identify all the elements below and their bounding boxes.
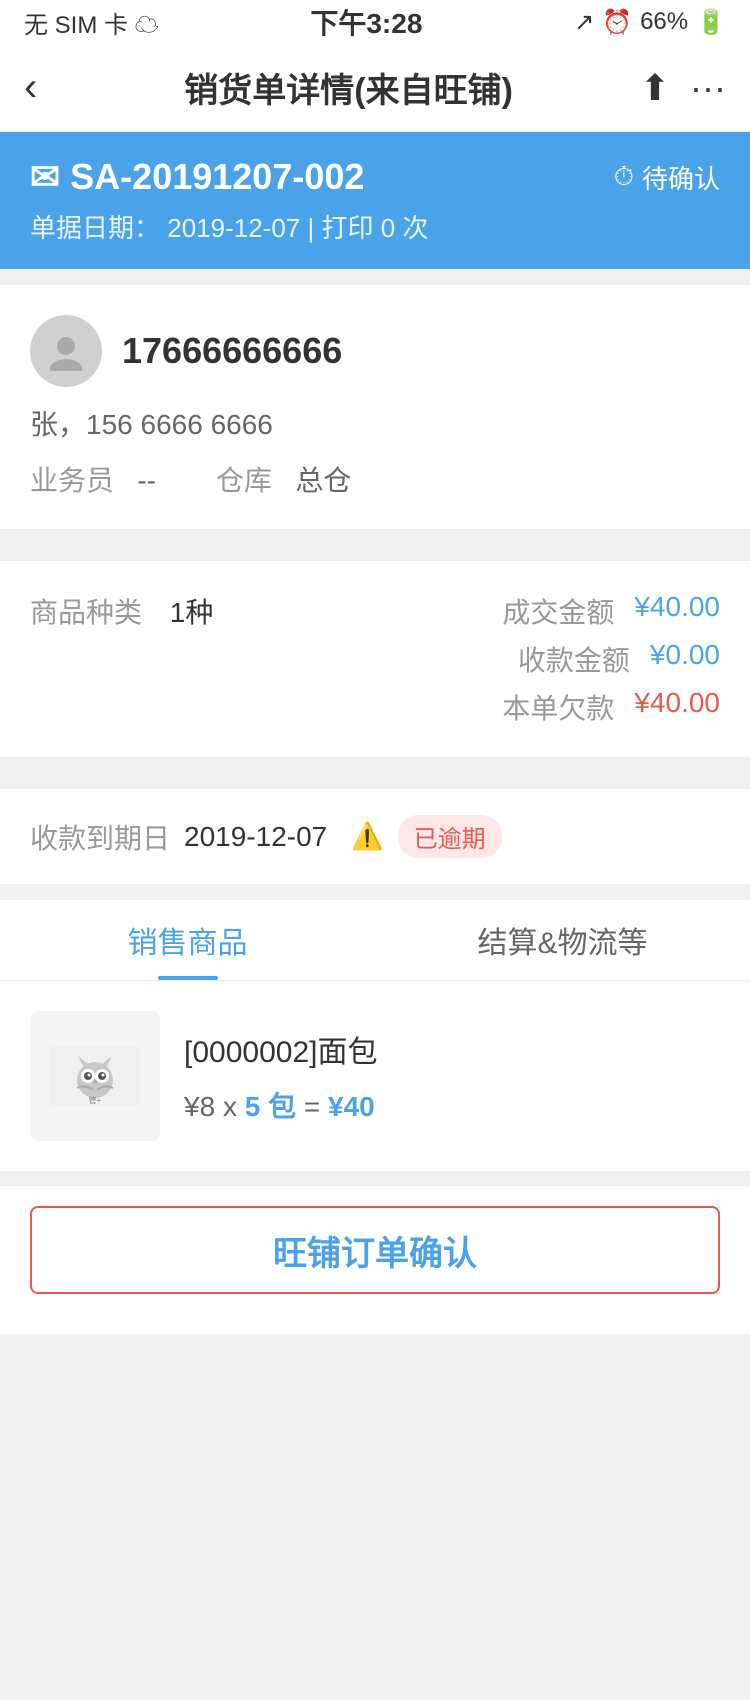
tab-settlement-label: 结算&物流等 <box>477 918 647 962</box>
unit: 包 <box>268 1091 296 1122</box>
customer-phone: 17666666666 <box>122 330 342 372</box>
debt-label: 本单欠款 <box>502 687 614 727</box>
equals-sign: = <box>304 1091 328 1122</box>
tab-bar: 销售商品 结算&物流等 <box>0 900 750 981</box>
clock-icon: ⏱ <box>614 161 634 193</box>
product-list: 管+ [0000002]面包 ¥8 x 5 包 = ¥40 <box>0 981 750 1172</box>
svg-text:管+: 管+ <box>89 1095 102 1105</box>
back-button[interactable]: ‹ <box>24 65 57 110</box>
debt-amount: ¥40.00 <box>634 687 720 727</box>
overdue-badge: 已逾期 <box>398 815 502 858</box>
status-time: 下午3:28 <box>310 2 422 42</box>
product-thumbnail: 管+ <box>30 1011 160 1141</box>
order-status: ⏱ 待确认 <box>614 159 720 196</box>
page-title: 销货单详情(来自旺铺) <box>57 63 640 112</box>
more-icon[interactable]: ··· <box>690 67 726 109</box>
warning-icon: ⚠️ <box>351 821 383 852</box>
received-amount: ¥0.00 <box>650 639 720 679</box>
order-icon: ✉ <box>30 156 60 198</box>
product-price: ¥8 x 5 包 = ¥40 <box>184 1085 720 1125</box>
share-icon[interactable]: ⬆ <box>640 67 670 109</box>
alarm-icon: ⏰ <box>602 8 632 37</box>
bottom-spacer <box>0 1552 750 1700</box>
salesperson-value: -- <box>137 465 156 496</box>
location-icon: ↗ <box>574 8 594 37</box>
tab-active-indicator <box>158 976 218 980</box>
bottom-bar: 旺铺订单确认 <box>0 1185 750 1334</box>
customer-card: 17666666666 张，156 6666 6666 业务员 -- 仓库 总仓 <box>0 285 750 529</box>
product-name: [0000002]面包 <box>184 1027 720 1071</box>
customer-name-detail: 张，156 6666 6666 <box>30 403 720 443</box>
multiply-sign: x <box>223 1091 245 1122</box>
customer-info-row: 业务员 -- 仓库 总仓 <box>30 459 720 499</box>
warehouse-value: 总仓 <box>295 465 351 496</box>
transaction-label: 成交金额 <box>502 591 614 631</box>
confirm-button-label: 旺铺订单确认 <box>273 1226 477 1275</box>
order-meta: 单据日期： 2019-12-07 | 打印 0 次 <box>30 208 720 245</box>
quantity: 5 <box>245 1091 261 1122</box>
nav-right-actions: ⬆ ··· <box>640 67 726 109</box>
overdue-text: 已逾期 <box>414 819 486 854</box>
sim-status: 无 SIM 卡 ☁ <box>24 5 159 40</box>
confirm-order-button[interactable]: 旺铺订单确认 <box>30 1206 720 1294</box>
product-type-value: 1种 <box>170 591 214 631</box>
due-date-value: 2019-12-07 <box>184 821 327 853</box>
status-right: ↗ ⏰ 66% 🔋 <box>574 8 726 37</box>
status-bar: 无 SIM 卡 ☁ 下午3:28 ↗ ⏰ 66% 🔋 <box>0 0 750 44</box>
avatar <box>30 315 102 387</box>
summary-card: 商品种类 1种 成交金额 ¥40.00 收款金额 ¥0.00 本单欠款 ¥40.… <box>0 561 750 757</box>
divider-1 <box>0 529 750 545</box>
amounts-section: 成交金额 ¥40.00 收款金额 ¥0.00 本单欠款 ¥40.00 <box>502 591 720 727</box>
battery-level: 66% <box>640 8 688 36</box>
tab-sales-label: 销售商品 <box>128 918 248 962</box>
transaction-amount: ¥40.00 <box>634 591 720 631</box>
total-price: ¥40 <box>328 1091 375 1122</box>
battery-icon: 🔋 <box>696 8 726 37</box>
due-date-card: 收款到期日 2019-12-07 ⚠️ 已逾期 <box>0 789 750 884</box>
table-row: 管+ [0000002]面包 ¥8 x 5 包 = ¥40 <box>0 981 750 1172</box>
tab-settlement[interactable]: 结算&物流等 <box>375 900 750 980</box>
salesperson-label: 业务员 <box>30 465 114 496</box>
nav-bar: ‹ 销货单详情(来自旺铺) ⬆ ··· <box>0 44 750 132</box>
status-left: 无 SIM 卡 ☁ <box>24 5 159 40</box>
divider-2 <box>0 757 750 773</box>
warehouse-label: 仓库 <box>216 465 272 496</box>
unit-price: ¥8 <box>184 1091 215 1122</box>
product-type-label: 商品种类 <box>30 591 142 631</box>
product-info: [0000002]面包 ¥8 x 5 包 = ¥40 <box>184 1027 720 1125</box>
divider-3 <box>0 884 750 900</box>
tab-sales-products[interactable]: 销售商品 <box>0 900 375 980</box>
received-label: 收款金额 <box>518 639 630 679</box>
order-header-banner: ✉ SA-20191207-002 ⏱ 待确认 单据日期： 2019-12-07… <box>0 132 750 269</box>
due-date-label: 收款到期日 <box>30 817 170 857</box>
order-number: ✉ SA-20191207-002 <box>30 156 364 198</box>
